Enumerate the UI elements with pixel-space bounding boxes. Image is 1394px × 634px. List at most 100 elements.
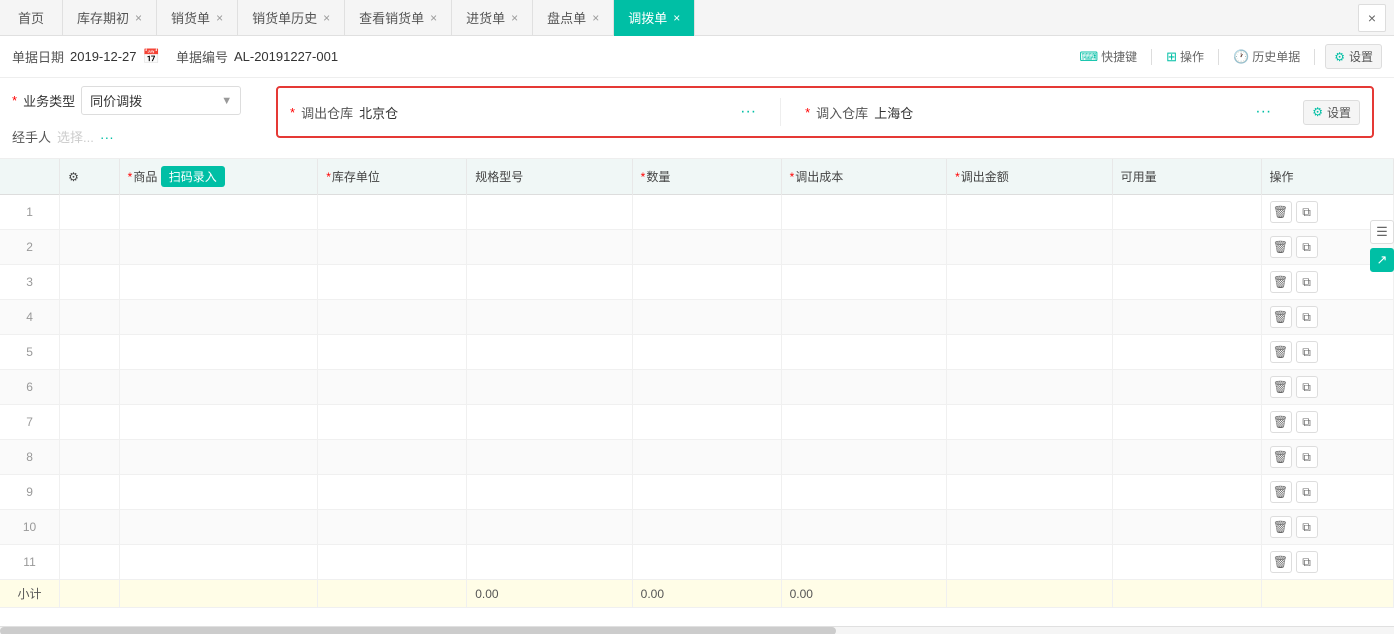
warehouse-out-label: 调出仓库 xyxy=(301,103,353,122)
tab-transfer-order-close[interactable]: × xyxy=(673,11,680,25)
copy-icon-5[interactable]: ⧉ xyxy=(1296,341,1318,363)
delete-icon-4[interactable]: 🗑 xyxy=(1270,306,1292,328)
row-op-7: 🗑 ⧉ xyxy=(1261,405,1393,440)
tab-inventory-count[interactable]: 盘点单 × xyxy=(533,0,614,36)
row-available-10 xyxy=(1112,510,1261,545)
row-spec-3 xyxy=(467,265,632,300)
tab-purchase-order[interactable]: 进货单 × xyxy=(452,0,533,36)
row-available-7 xyxy=(1112,405,1261,440)
person-label: 经手人 xyxy=(12,127,51,146)
warehouse-out-more-icon[interactable]: ··· xyxy=(740,103,756,121)
row-available-9 xyxy=(1112,475,1261,510)
copy-icon-4[interactable]: ⧉ xyxy=(1296,306,1318,328)
row-cost-3 xyxy=(781,265,946,300)
row-qty-7 xyxy=(632,405,781,440)
copy-icon-2[interactable]: ⧉ xyxy=(1296,236,1318,258)
tab-sales-history-close[interactable]: × xyxy=(323,11,330,25)
person-select[interactable]: 选择... xyxy=(57,127,94,146)
delete-icon-8[interactable]: 🗑 xyxy=(1270,446,1292,468)
copy-icon-10[interactable]: ⧉ xyxy=(1296,516,1318,538)
tab-view-sales[interactable]: 查看销货单 × xyxy=(345,0,452,36)
row-unit-5 xyxy=(318,335,467,370)
table-settings-icon[interactable]: ⚙ xyxy=(68,170,79,184)
row-product-11[interactable] xyxy=(119,545,318,580)
warehouse-in-more-icon[interactable]: ··· xyxy=(1255,103,1271,121)
tab-sales-history-label: 销货单历史 xyxy=(252,8,317,27)
delete-icon-9[interactable]: 🗑 xyxy=(1270,481,1292,503)
row-product-6[interactable] xyxy=(119,370,318,405)
sidebar-list-button[interactable]: ☰ xyxy=(1370,220,1394,244)
tab-view-sales-label: 查看销货单 xyxy=(359,8,424,27)
delete-icon-7[interactable]: 🗑 xyxy=(1270,411,1292,433)
right-sidebar: ☰ ↗ xyxy=(1370,220,1394,272)
row-op-4: 🗑 ⧉ xyxy=(1261,300,1393,335)
delete-icon-5[interactable]: 🗑 xyxy=(1270,341,1292,363)
delete-icon-11[interactable]: 🗑 xyxy=(1270,551,1292,573)
delete-icon-2[interactable]: 🗑 xyxy=(1270,236,1292,258)
business-type-select[interactable]: 同价调拨 ▼ xyxy=(81,86,241,115)
sidebar-export-button[interactable]: ↗ xyxy=(1370,248,1394,272)
delete-icon-3[interactable]: 🗑 xyxy=(1270,271,1292,293)
th-settings[interactable]: ⚙ xyxy=(60,159,120,195)
copy-icon-9[interactable]: ⧉ xyxy=(1296,481,1318,503)
copy-icon-3[interactable]: ⧉ xyxy=(1296,271,1318,293)
row-product-4[interactable] xyxy=(119,300,318,335)
row-product-8[interactable] xyxy=(119,440,318,475)
row-spec-11 xyxy=(467,545,632,580)
delete-icon-1[interactable]: 🗑 xyxy=(1270,201,1292,223)
copy-icon-7[interactable]: ⧉ xyxy=(1296,411,1318,433)
tab-inventory-init-close[interactable]: × xyxy=(135,11,142,25)
row-unit-10 xyxy=(318,510,467,545)
scan-button[interactable]: 扫码录入 xyxy=(161,166,225,187)
tab-purchase-order-label: 进货单 xyxy=(466,8,505,27)
row-available-11 xyxy=(1112,545,1261,580)
table-row: 6 🗑 ⧉ xyxy=(0,370,1394,405)
copy-icon-8[interactable]: ⧉ xyxy=(1296,446,1318,468)
row-available-2 xyxy=(1112,230,1261,265)
row-product-10[interactable] xyxy=(119,510,318,545)
shortcut-button[interactable]: ⌨ 快捷键 xyxy=(1075,46,1141,67)
tab-sales-order-close[interactable]: × xyxy=(216,11,223,25)
copy-icon-1[interactable]: ⧉ xyxy=(1296,201,1318,223)
th-available: 可用量 xyxy=(1112,159,1261,195)
tab-sales-order[interactable]: 销货单 × xyxy=(157,0,238,36)
tab-home[interactable]: 首页 xyxy=(0,0,63,36)
operation-button[interactable]: ⊞ 操作 xyxy=(1162,46,1208,67)
tab-inventory-init[interactable]: 库存期初 × xyxy=(63,0,157,36)
delete-icon-10[interactable]: 🗑 xyxy=(1270,516,1292,538)
row-product-7[interactable] xyxy=(119,405,318,440)
row-cost-7 xyxy=(781,405,946,440)
subtotal-row: 小计 0.00 0.00 0.00 xyxy=(0,580,1394,608)
row-available-5 xyxy=(1112,335,1261,370)
row-product-1[interactable] xyxy=(119,195,318,230)
row-product-9[interactable] xyxy=(119,475,318,510)
warehouse-out-value: 北京仓 xyxy=(359,103,398,122)
delete-icon-6[interactable]: 🗑 xyxy=(1270,376,1292,398)
tab-view-sales-close[interactable]: × xyxy=(430,11,437,25)
calendar-icon[interactable]: 📅 xyxy=(143,48,160,65)
warehouse-settings-button[interactable]: ⚙ 设置 xyxy=(1303,100,1360,125)
row-qty-3 xyxy=(632,265,781,300)
window-close-button[interactable]: × xyxy=(1358,4,1386,32)
copy-icon-6[interactable]: ⧉ xyxy=(1296,376,1318,398)
row-product-3[interactable] xyxy=(119,265,318,300)
history-button[interactable]: 🕐 历史单据 xyxy=(1229,46,1304,67)
tab-purchase-order-close[interactable]: × xyxy=(511,11,518,25)
person-more-icon[interactable]: ··· xyxy=(100,129,114,145)
row-product-2[interactable] xyxy=(119,230,318,265)
copy-icon-11[interactable]: ⧉ xyxy=(1296,551,1318,573)
row-op-8: 🗑 ⧉ xyxy=(1261,440,1393,475)
scroll-thumb[interactable] xyxy=(0,627,836,634)
operation-label: 操作 xyxy=(1180,48,1204,65)
settings-button[interactable]: ⚙ 设置 xyxy=(1325,44,1382,69)
horizontal-scrollbar[interactable] xyxy=(0,626,1394,634)
row-product-5[interactable] xyxy=(119,335,318,370)
table-row: 11 🗑 ⧉ xyxy=(0,545,1394,580)
row-spec-4 xyxy=(467,300,632,335)
tab-transfer-order[interactable]: 调拨单 × xyxy=(614,0,695,36)
row-qty-2 xyxy=(632,230,781,265)
row-settings-5 xyxy=(60,335,120,370)
tab-inventory-count-close[interactable]: × xyxy=(592,11,599,25)
tab-sales-history[interactable]: 销货单历史 × xyxy=(238,0,345,36)
row-amount-10 xyxy=(947,510,1112,545)
